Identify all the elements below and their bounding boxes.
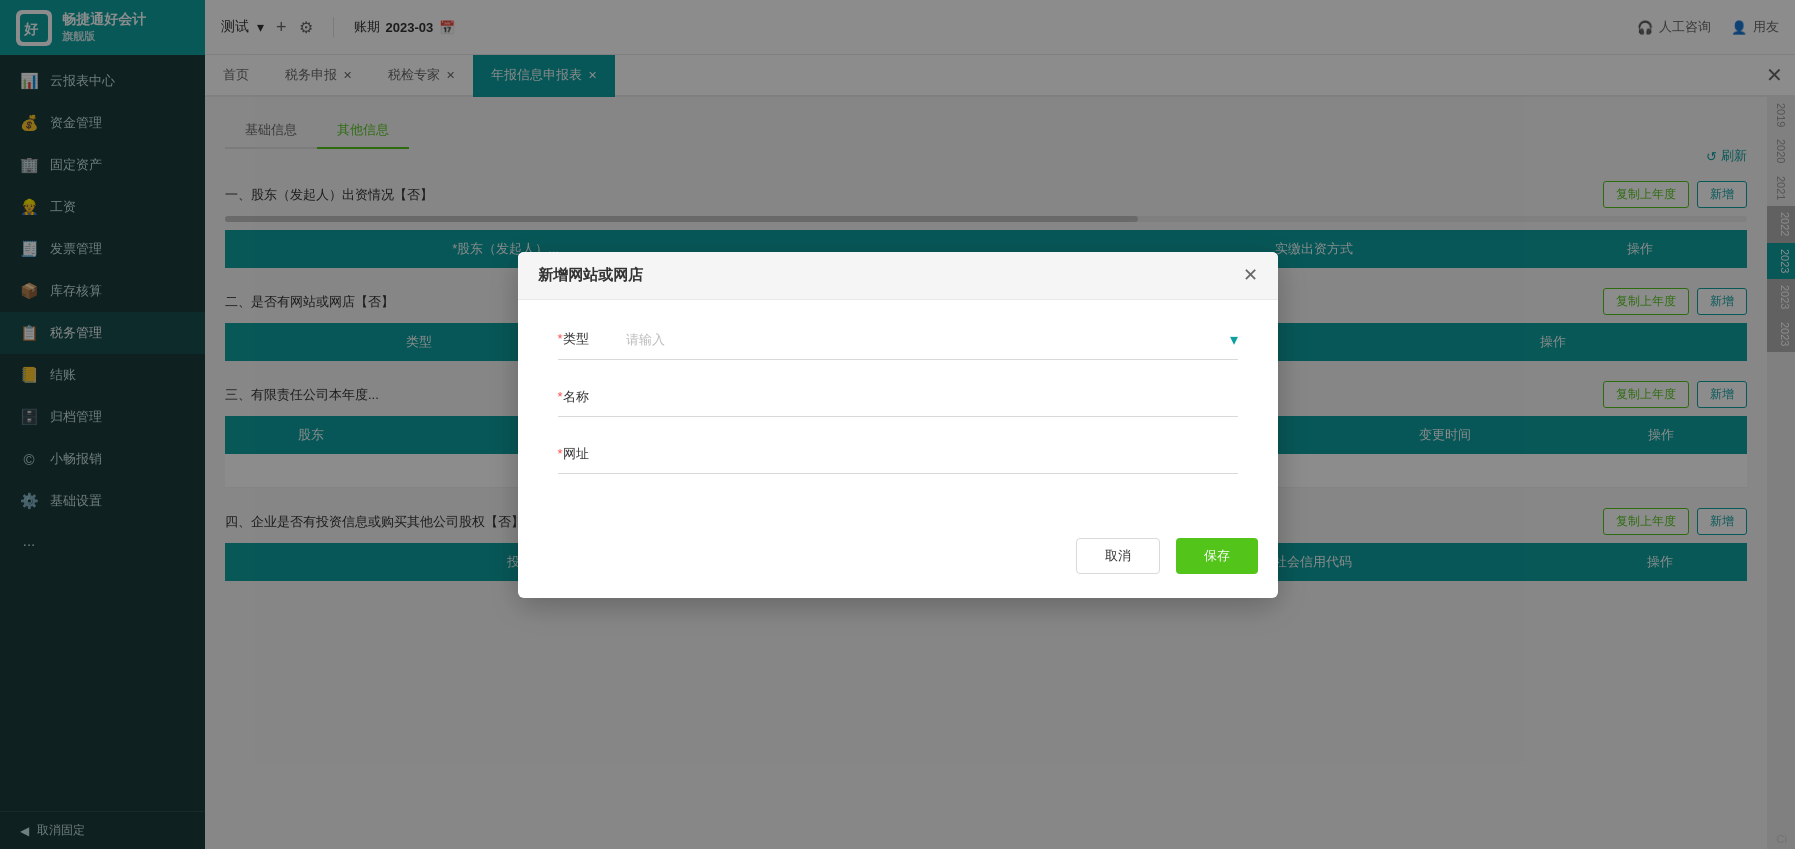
dialog-title: 新增网站或网店 xyxy=(538,266,643,285)
required-star-url: * xyxy=(558,446,563,461)
dialog-footer: 取消 保存 xyxy=(518,522,1278,598)
add-website-dialog: 新增网站或网店 ✕ *类型 ▾ *名称 *网址 xyxy=(518,252,1278,598)
url-input[interactable] xyxy=(618,446,1238,461)
form-field-name: *名称 xyxy=(558,388,1238,417)
dialog-body: *类型 ▾ *名称 *网址 xyxy=(518,300,1278,522)
dialog-header: 新增网站或网店 ✕ xyxy=(518,252,1278,300)
name-input[interactable] xyxy=(618,389,1238,404)
save-button[interactable]: 保存 xyxy=(1176,538,1258,574)
dialog-close-button[interactable]: ✕ xyxy=(1243,266,1258,284)
form-field-url: *网址 xyxy=(558,445,1238,474)
form-label-url: *网址 xyxy=(558,445,618,463)
form-field-type: *类型 ▾ xyxy=(558,330,1238,360)
form-label-name: *名称 xyxy=(558,388,618,406)
required-star-name: * xyxy=(558,389,563,404)
cancel-button[interactable]: 取消 xyxy=(1076,538,1160,574)
type-input[interactable] xyxy=(618,332,1230,347)
required-star: * xyxy=(558,331,563,346)
dropdown-icon[interactable]: ▾ xyxy=(1230,330,1238,349)
modal-overlay[interactable]: 新增网站或网店 ✕ *类型 ▾ *名称 *网址 xyxy=(0,0,1795,849)
form-label-type: *类型 xyxy=(558,330,618,348)
